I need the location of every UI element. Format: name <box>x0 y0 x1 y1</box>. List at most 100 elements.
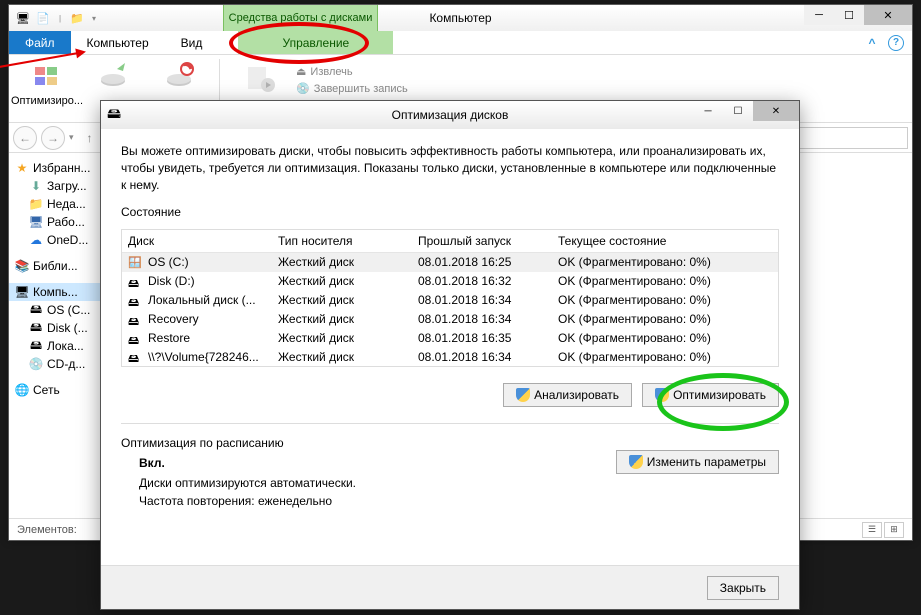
cleanup-button[interactable] <box>83 59 143 97</box>
desktop-icon: 🖥 <box>29 215 43 229</box>
col-last[interactable]: Прошлый запуск <box>412 230 552 252</box>
star-icon: ★ <box>15 161 29 175</box>
status-text: Элементов: <box>17 524 77 536</box>
expand-ribbon-icon[interactable]: ^ <box>864 35 880 51</box>
autorun-button[interactable] <box>230 59 290 97</box>
dialog-title: Оптимизация дисков <box>392 108 509 122</box>
table-row[interactable]: 🖴RestoreЖесткий диск08.01.2018 16:35OK (… <box>122 329 778 348</box>
schedule-section: Оптимизация по расписанию Изменить парам… <box>121 436 779 508</box>
schedule-title: Оптимизация по расписанию <box>121 436 779 450</box>
optimize-label: Оптимизиро... <box>11 95 83 107</box>
disk-status: OK (Фрагментировано: 0%) <box>552 291 778 310</box>
optimize-drives-dialog: 🖴 Оптимизация дисков ─ ☐ ✕ Вы можете опт… <box>100 100 800 610</box>
col-type[interactable]: Тип носителя <box>272 230 412 252</box>
dialog-footer: Закрыть <box>101 565 799 609</box>
disk-type: Жесткий диск <box>272 272 412 291</box>
sidebar-item-label: Загру... <box>47 179 87 193</box>
qat-dropdown[interactable]: ▾ <box>89 14 99 23</box>
analyze-label: Анализировать <box>534 388 619 402</box>
change-settings-button[interactable]: Изменить параметры <box>616 450 779 474</box>
eject-label: Извлечь <box>310 66 352 78</box>
change-label: Изменить параметры <box>647 455 766 469</box>
forward-button[interactable]: → <box>41 126 65 150</box>
sidebar-favorites-label: Избранн... <box>33 161 90 175</box>
back-button[interactable]: ← <box>13 126 37 150</box>
dialog-close-button[interactable]: ✕ <box>753 101 799 121</box>
contextual-tab-header: Средства работы с дисками <box>223 5 378 31</box>
help-icon[interactable]: ? <box>888 35 904 51</box>
eject-button[interactable]: ⏏ Извлечь <box>296 65 408 78</box>
sidebar-item-label: Неда... <box>47 197 86 211</box>
computer-icon: 🖥 <box>15 285 29 299</box>
icons-view-button[interactable]: ⊞ <box>884 522 904 538</box>
finish-burn-label: Завершить запись <box>314 83 408 95</box>
details-view-button[interactable]: ☰ <box>862 522 882 538</box>
folder-icon[interactable]: 📁 <box>69 10 85 26</box>
shield-icon <box>516 388 530 402</box>
minimize-button[interactable]: ─ <box>804 5 834 25</box>
table-row[interactable]: 🖴Локальный диск (...Жесткий диск08.01.20… <box>122 291 778 310</box>
autorun-icon <box>244 61 276 93</box>
dialog-icon: 🖴 <box>107 103 121 127</box>
tab-manage[interactable]: Управление <box>238 31 393 54</box>
drive-icon: 🖴 <box>128 332 144 346</box>
ribbon-help: ^ ? <box>864 31 904 54</box>
eject-icon: ⏏ <box>296 65 306 78</box>
state-label: Состояние <box>121 205 779 219</box>
table-row[interactable]: 🖴Disk (D:)Жесткий диск08.01.2018 16:32OK… <box>122 272 778 291</box>
format-button[interactable] <box>149 59 209 97</box>
drive-icon: 🖴 <box>128 313 144 327</box>
table-row[interactable]: 🖴RecoveryЖесткий диск08.01.2018 16:34OK … <box>122 310 778 329</box>
disk-status: OK (Фрагментировано: 0%) <box>552 348 778 367</box>
cd-icon: 💿 <box>29 357 43 371</box>
drive-icon: 🖴 <box>29 321 43 335</box>
maximize-button[interactable]: ☐ <box>834 5 864 25</box>
sidebar-item-label: OneD... <box>47 233 88 247</box>
disk-type: Жесткий диск <box>272 253 412 272</box>
window-controls: ─ ☐ ✕ <box>804 5 912 25</box>
disk-status: OK (Фрагментировано: 0%) <box>552 310 778 329</box>
finish-burn-button[interactable]: 💿Завершить запись <box>296 82 408 95</box>
tab-file[interactable]: Файл <box>9 31 71 54</box>
properties-icon[interactable]: 📄 <box>35 10 51 26</box>
dialog-minimize-button[interactable]: ─ <box>693 101 723 121</box>
cleanup-icon <box>97 61 129 93</box>
dialog-maximize-button[interactable]: ☐ <box>723 101 753 121</box>
table-header: Диск Тип носителя Прошлый запуск Текущее… <box>122 230 778 253</box>
analyze-button[interactable]: Анализировать <box>503 383 632 407</box>
close-button[interactable]: Закрыть <box>707 576 779 600</box>
sidebar-item-label: Disk (... <box>47 321 88 335</box>
up-button[interactable]: ↑ <box>78 126 102 150</box>
disk-name: OS (C:) <box>148 255 189 269</box>
sidebar-item-label: CD-д... <box>47 357 85 371</box>
disk-type: Жесткий диск <box>272 348 412 367</box>
optimize-button[interactable]: Оптимизировать <box>642 383 779 407</box>
disk-table: Диск Тип носителя Прошлый запуск Текущее… <box>121 229 779 367</box>
disk-type: Жесткий диск <box>272 291 412 310</box>
disk-name: Restore <box>148 331 190 345</box>
close-button[interactable]: ✕ <box>864 5 912 25</box>
tab-view[interactable]: Вид <box>165 31 219 54</box>
table-row[interactable]: 🪟OS (C:)Жесткий диск08.01.2018 16:25OK (… <box>122 253 778 272</box>
history-dropdown[interactable]: ▾ <box>69 132 74 143</box>
table-row[interactable]: 🖴\\?\Volume{728246...Жесткий диск08.01.2… <box>122 348 778 367</box>
drive-icon: 🖴 <box>29 303 43 317</box>
col-disk[interactable]: Диск <box>122 230 272 252</box>
disk-last-run: 08.01.2018 16:25 <box>412 253 552 272</box>
action-buttons: Анализировать Оптимизировать <box>121 383 779 407</box>
optimize-button[interactable]: Оптимизиро... <box>17 59 77 109</box>
sidebar-computer-label: Компь... <box>33 285 78 299</box>
download-icon: ⬇ <box>29 179 43 193</box>
dialog-titlebar: 🖴 Оптимизация дисков ─ ☐ ✕ <box>101 101 799 129</box>
recent-icon: 📁 <box>29 197 43 211</box>
disk-status: OK (Фрагментировано: 0%) <box>552 272 778 291</box>
separator <box>121 423 779 424</box>
drive-icon: 🖴 <box>29 339 43 353</box>
disk-last-run: 08.01.2018 16:35 <box>412 329 552 348</box>
col-status[interactable]: Текущее состояние <box>552 230 778 252</box>
dialog-body: Вы можете оптимизировать диски, чтобы по… <box>101 129 799 526</box>
cloud-icon: ☁ <box>29 233 43 247</box>
sidebar-network-label: Сеть <box>33 383 60 397</box>
disk-last-run: 08.01.2018 16:34 <box>412 348 552 367</box>
ribbon-side-group: ⏏ Извлечь 💿Завершить запись <box>296 59 408 95</box>
